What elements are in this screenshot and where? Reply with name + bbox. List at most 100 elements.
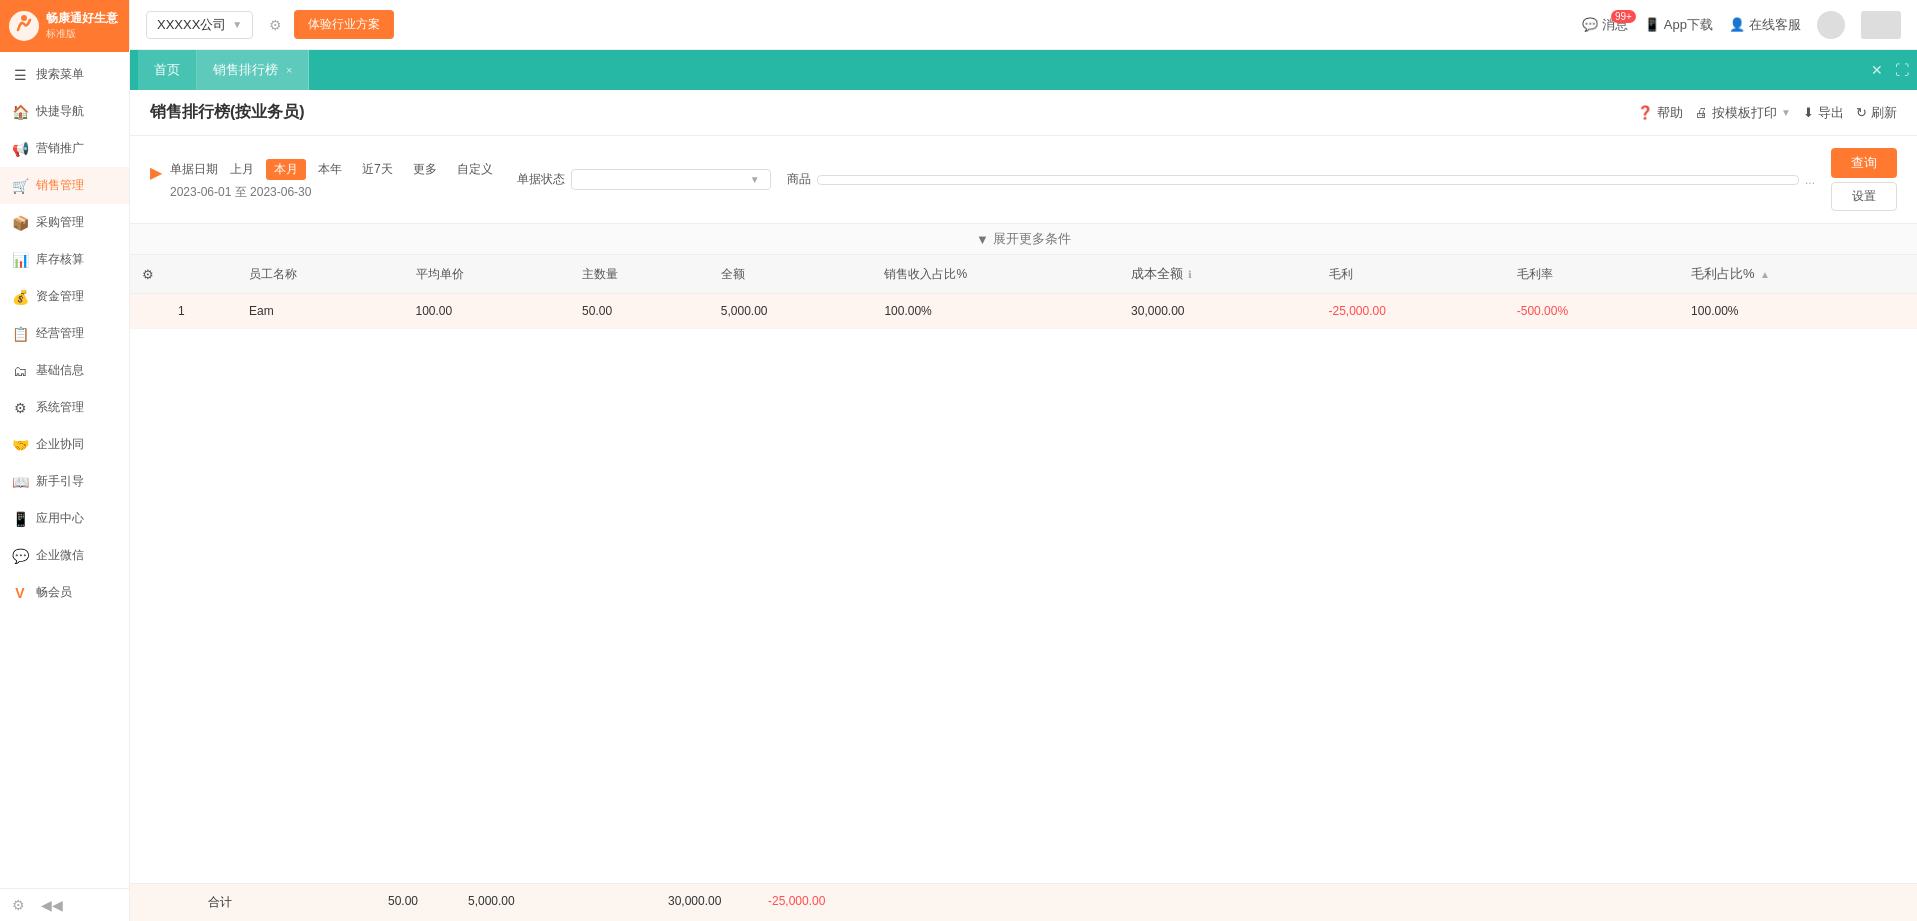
help-button[interactable]: ❓ 帮助 bbox=[1637, 104, 1683, 122]
sidebar-logo: 畅康通好生意 标准版 bbox=[0, 0, 129, 52]
date-tab-custom[interactable]: 自定义 bbox=[449, 159, 501, 180]
expand-more-btn[interactable]: ▼ 展开更多条件 bbox=[976, 230, 1071, 248]
sidebar-item-marketing[interactable]: 📢 营销推广 bbox=[0, 130, 129, 167]
print-button[interactable]: 🖨 按模板打印 ▼ bbox=[1695, 104, 1791, 122]
goods-filter-group: 商品 ... bbox=[787, 171, 1815, 188]
date-filter-section: 单据日期 上月 本月 本年 近7天 更多 自定义 2023-06-01 至 20… bbox=[170, 159, 501, 201]
main-area: XXXXX公司 ▼ ⚙ 体验行业方案 💬 消息 99+ 📱 App下载 👤 在线… bbox=[130, 0, 1917, 921]
cell-profit-rate: -500.00% bbox=[1505, 294, 1679, 329]
sidebar-item-system[interactable]: ⚙ 系统管理 bbox=[0, 389, 129, 426]
tab-close-all-icon[interactable]: ✕ bbox=[1871, 62, 1883, 78]
refresh-label: 刷新 bbox=[1871, 104, 1897, 122]
cell-avg-price: 100.00 bbox=[404, 294, 571, 329]
sidebar-collapse-icon[interactable]: ◀◀ bbox=[41, 897, 63, 913]
company-name: XXXXX公司 bbox=[157, 16, 226, 34]
collab-icon: 🤝 bbox=[12, 437, 28, 453]
topbar-gear-icon[interactable]: ⚙ bbox=[269, 17, 282, 33]
tab-sales-ranking[interactable]: 销售排行榜 × bbox=[197, 50, 309, 90]
sidebar-item-management[interactable]: 📋 经营管理 bbox=[0, 315, 129, 352]
member-icon: V bbox=[12, 585, 28, 601]
table-body: 1 Eam 100.00 50.00 5,000.00 100.00% 30,0… bbox=[130, 294, 1917, 329]
footer-amount-cell: 5,000.00 bbox=[456, 894, 556, 911]
filter-bar: ▶ 单据日期 上月 本月 本年 近7天 更多 自定义 bbox=[130, 136, 1917, 224]
sidebar-item-sales[interactable]: 🛒 销售管理 bbox=[0, 167, 129, 204]
th-amount: 全额 bbox=[709, 255, 873, 294]
table-settings-icon[interactable]: ⚙ bbox=[142, 267, 154, 282]
company-selector[interactable]: XXXXX公司 ▼ bbox=[146, 11, 253, 39]
cell-sales-pct: 100.00% bbox=[872, 294, 1119, 329]
sidebar-item-member[interactable]: V 畅会员 bbox=[0, 574, 129, 611]
status-filter-label: 单据状态 bbox=[517, 171, 565, 188]
date-label-row: 单据日期 上月 本月 本年 近7天 更多 自定义 bbox=[170, 159, 501, 180]
sidebar-item-finance[interactable]: 💰 资金管理 bbox=[0, 278, 129, 315]
date-tab-current-year[interactable]: 本年 bbox=[310, 159, 350, 180]
online-service-button[interactable]: 👤 在线客服 bbox=[1729, 16, 1801, 34]
tab-active-label: 销售排行榜 bbox=[213, 61, 278, 79]
footer-cost-cell: 30,000.00 bbox=[656, 894, 756, 911]
sidebar-item-home[interactable]: 🏠 快捷导航 bbox=[0, 93, 129, 130]
footer-rate-cell bbox=[856, 894, 936, 911]
system-icon: ⚙ bbox=[12, 400, 28, 416]
basic-icon: 🗂 bbox=[12, 363, 28, 379]
expand-icon-btn[interactable]: ▶ bbox=[150, 163, 162, 182]
settings-button[interactable]: 设置 bbox=[1831, 182, 1897, 211]
tabbar-right: ✕ ⛶ bbox=[1871, 62, 1909, 78]
print-chevron-icon: ▼ bbox=[1781, 107, 1791, 118]
expand-bar: ▼ 展开更多条件 bbox=[130, 224, 1917, 255]
more-filters-btn[interactable]: ... bbox=[1805, 173, 1815, 187]
th-settings: ⚙ bbox=[130, 255, 166, 294]
page-title: 销售排行榜(按业务员) bbox=[150, 102, 305, 135]
tab-home[interactable]: 首页 bbox=[138, 50, 197, 90]
purchase-icon: 📦 bbox=[12, 215, 28, 231]
expand-down-icon: ▼ bbox=[976, 232, 989, 247]
sidebar-item-guide[interactable]: 📖 新手引导 bbox=[0, 463, 129, 500]
app-download-button[interactable]: 📱 App下载 bbox=[1644, 16, 1713, 34]
sidebar-item-basic[interactable]: 🗂 基础信息 bbox=[0, 352, 129, 389]
table-row: 1 Eam 100.00 50.00 5,000.00 100.00% 30,0… bbox=[130, 294, 1917, 329]
date-tab-last-month[interactable]: 上月 bbox=[222, 159, 262, 180]
sidebar-item-collab[interactable]: 🤝 企业协同 bbox=[0, 426, 129, 463]
trial-button[interactable]: 体验行业方案 bbox=[294, 10, 394, 39]
status-filter-group: 单据状态 ▼ bbox=[517, 169, 771, 190]
company-chevron-icon: ▼ bbox=[232, 19, 242, 30]
date-tab-more[interactable]: 更多 bbox=[405, 159, 445, 180]
data-table: ⚙ 员工名称 平均单价 主数量 全额 销售收入占比% 成本全额 ℹ 毛利 bbox=[130, 255, 1917, 329]
sidebar-item-label: 企业微信 bbox=[36, 547, 84, 564]
service-icon: 👤 bbox=[1729, 17, 1745, 32]
footer-rank-cell bbox=[172, 894, 196, 911]
status-select[interactable]: ▼ bbox=[571, 169, 771, 190]
sidebar-menu: ☰ 搜索菜单 🏠 快捷导航 📢 营销推广 🛒 销售管理 📦 采购管理 📊 库存核… bbox=[0, 52, 129, 888]
tab-maximize-icon[interactable]: ⛶ bbox=[1895, 62, 1909, 78]
sidebar-item-purchase[interactable]: 📦 采购管理 bbox=[0, 204, 129, 241]
wechat-icon: 💬 bbox=[12, 548, 28, 564]
tabbar: 首页 销售排行榜 × ✕ ⛶ bbox=[130, 50, 1917, 90]
refresh-icon: ↻ bbox=[1856, 105, 1867, 120]
user-avatar[interactable] bbox=[1817, 11, 1845, 39]
topbar-right: 💬 消息 99+ 📱 App下载 👤 在线客服 bbox=[1582, 11, 1901, 39]
sidebar-item-label: 营销推广 bbox=[36, 140, 84, 157]
export-button[interactable]: ⬇ 导出 bbox=[1803, 104, 1844, 122]
date-tab-7days[interactable]: 近7天 bbox=[354, 159, 401, 180]
sidebar-settings-icon[interactable]: ⚙ bbox=[12, 897, 25, 913]
query-button[interactable]: 查询 bbox=[1831, 148, 1897, 178]
sidebar-item-label: 畅会员 bbox=[36, 584, 72, 601]
date-range-display: 2023-06-01 至 2023-06-30 bbox=[170, 184, 501, 201]
message-button[interactable]: 💬 消息 99+ bbox=[1582, 16, 1628, 34]
date-tab-current-month[interactable]: 本月 bbox=[266, 159, 306, 180]
sidebar-item-wechat[interactable]: 💬 企业微信 bbox=[0, 537, 129, 574]
th-profit-pct: 毛利占比% ▲ bbox=[1679, 255, 1917, 294]
sidebar-item-apps[interactable]: 📱 应用中心 bbox=[0, 500, 129, 537]
footer-avg-cell bbox=[296, 894, 376, 911]
sidebar-item-search[interactable]: ☰ 搜索菜单 bbox=[0, 56, 129, 93]
table-container: ⚙ 员工名称 平均单价 主数量 全额 销售收入占比% 成本全额 ℹ 毛利 bbox=[130, 255, 1917, 883]
search-menu-icon: ☰ bbox=[12, 67, 28, 83]
sidebar-footer: ⚙ ◀◀ bbox=[0, 888, 129, 921]
online-service-label: 在线客服 bbox=[1749, 16, 1801, 34]
sidebar-item-inventory[interactable]: 📊 库存核算 bbox=[0, 241, 129, 278]
goods-select[interactable] bbox=[817, 175, 1799, 185]
cell-rank: 1 bbox=[166, 294, 237, 329]
refresh-button[interactable]: ↻ 刷新 bbox=[1856, 104, 1897, 122]
cell-name: Eam bbox=[237, 294, 404, 329]
date-filter-group: ▶ 单据日期 上月 本月 本年 近7天 更多 自定义 bbox=[150, 159, 501, 201]
tab-close-icon[interactable]: × bbox=[286, 64, 292, 76]
